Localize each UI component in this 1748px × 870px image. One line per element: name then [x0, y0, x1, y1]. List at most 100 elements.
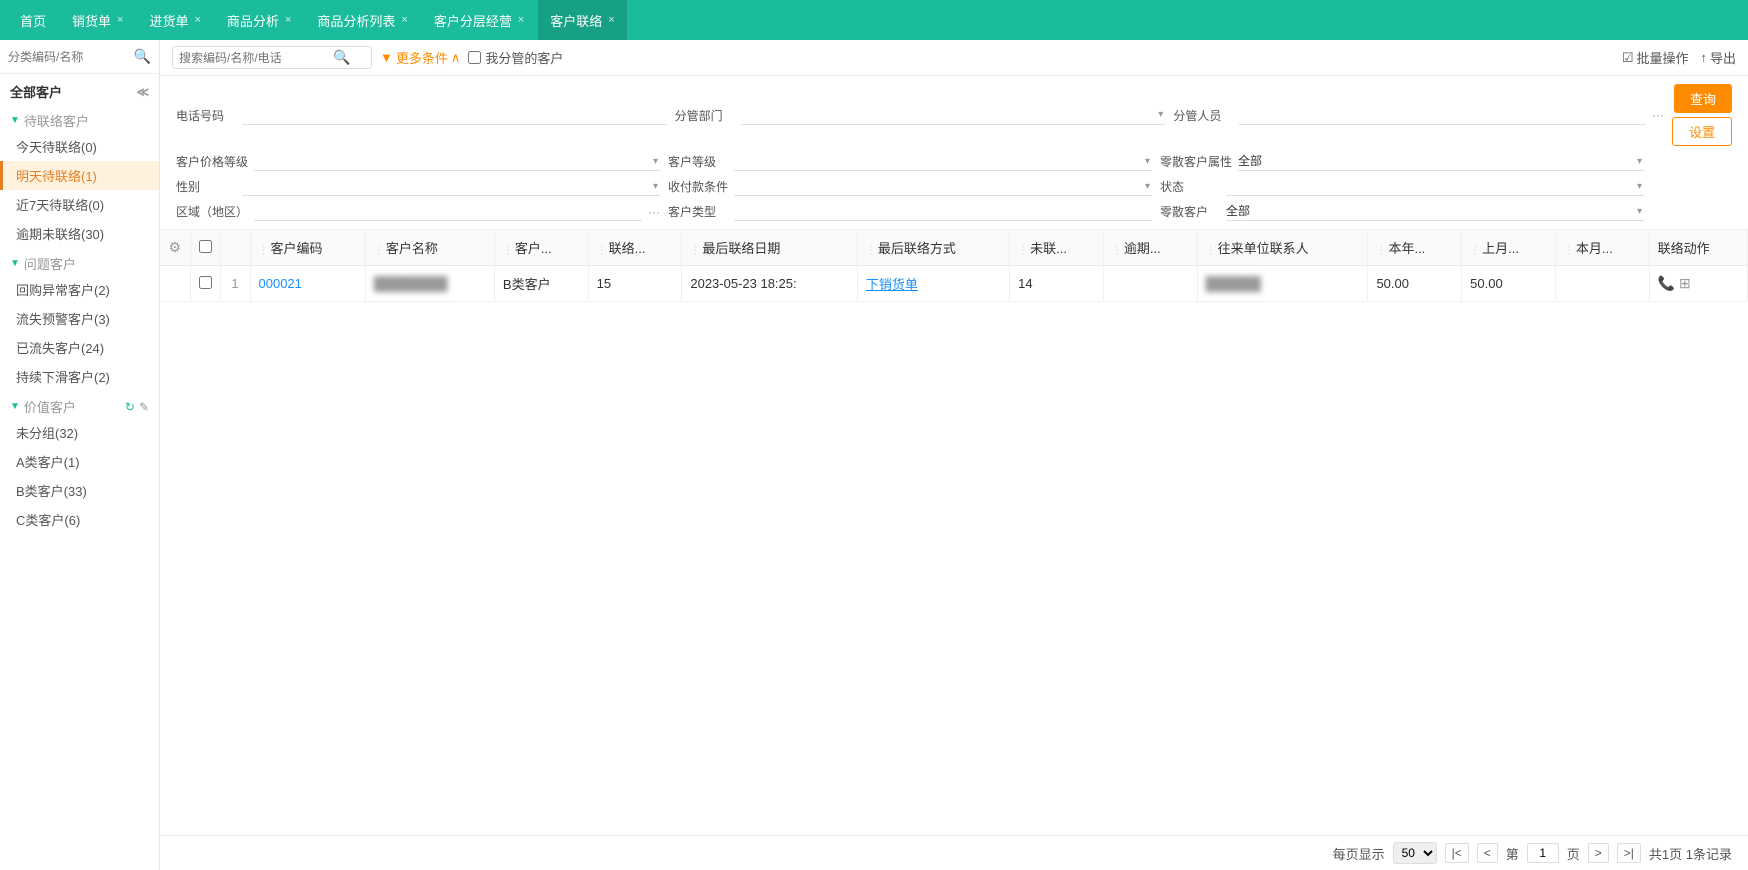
sidebar-search-icon[interactable]: 🔍 — [134, 48, 151, 65]
row-code[interactable]: 000021 — [250, 266, 365, 302]
th-type: ⋮客户... — [494, 230, 588, 266]
filter-area: 区域（地区） ··· — [176, 202, 660, 221]
first-page-btn[interactable]: |< — [1445, 843, 1469, 863]
sidebar-search-box[interactable]: 🔍 — [0, 40, 159, 74]
batch-op-btn[interactable]: ☑ 批量操作 — [1622, 48, 1689, 67]
sidebar-search-input[interactable] — [8, 50, 130, 64]
search-input[interactable] — [179, 51, 329, 65]
sidebar-item-class-c[interactable]: C类客户(6) — [0, 505, 159, 534]
nav-close-purchase-order[interactable]: × — [194, 14, 200, 26]
filter-retail-customer-wrap[interactable]: 全部 ▾ — [1226, 202, 1644, 221]
nav-close-product-analysis[interactable]: × — [285, 14, 291, 26]
filter-customer-type-input[interactable] — [734, 202, 1152, 221]
filter-person: 分管人员 ··· — [1173, 106, 1664, 125]
sidebar-item-ungrouped[interactable]: 未分组(32) — [0, 418, 159, 447]
sidebar-item-churned[interactable]: 已流失客户(24) — [0, 333, 159, 362]
filter-payment: 收付款条件 ▾ — [668, 177, 1152, 196]
th-uncontact: ⋮未联... — [1010, 230, 1104, 266]
filter-level-select-wrap[interactable]: ▾ — [734, 152, 1152, 171]
toolbar-right: ☑ 批量操作 ↑ 导出 — [1622, 48, 1736, 67]
filter-gender-wrap[interactable]: ▾ — [242, 177, 660, 196]
table-gear-icon[interactable]: ⚙ — [168, 239, 181, 255]
sidebar-item-7day-pending[interactable]: 近7天待联络(0) — [0, 190, 159, 219]
filter-area-input[interactable] — [254, 202, 642, 221]
filter-person-dots[interactable]: ··· — [1652, 108, 1664, 122]
nav-sales-order[interactable]: 销货单 × — [60, 0, 135, 40]
sidebar-value-edit-icon[interactable]: ✎ — [139, 400, 149, 414]
nav-close-customer-contact[interactable]: × — [608, 14, 614, 26]
th-num — [220, 230, 250, 266]
page-input[interactable] — [1527, 843, 1559, 863]
row-gear-cell — [160, 266, 190, 302]
filter-person-input[interactable] — [1239, 106, 1646, 125]
filter-retail-customer-select[interactable]: 全部 — [1226, 202, 1644, 220]
filter-customer-price: 客户价格等级 ▾ — [176, 152, 660, 171]
last-page-btn[interactable]: >| — [1617, 843, 1641, 863]
nav-close-product-analysis-list[interactable]: × — [401, 14, 407, 26]
filter-level-select[interactable] — [734, 152, 1152, 170]
query-btn[interactable]: 查询 — [1674, 84, 1732, 113]
filter-price-select[interactable] — [254, 152, 660, 170]
export-icon: ↑ — [1700, 50, 1707, 65]
row-action-phone-icon[interactable]: 📞 — [1658, 275, 1675, 292]
filter-row-1: 电话号码 分管部门 ▾ 分管人员 ··· 查询 设置 — [176, 84, 1732, 146]
nav-product-analysis-list[interactable]: 商品分析列表 × — [305, 0, 419, 40]
more-filter-btn[interactable]: ▼ 更多条件 ∧ — [380, 48, 460, 67]
row-contact: 15 — [588, 266, 682, 302]
filter-gender-select[interactable] — [242, 177, 660, 195]
sidebar-item-churn-warning[interactable]: 流失预警客户(3) — [0, 304, 159, 333]
sidebar-item-class-b[interactable]: B类客户(33) — [0, 476, 159, 505]
filter-dept-select[interactable] — [741, 106, 1166, 124]
filter-payment-wrap[interactable]: ▾ — [734, 177, 1152, 196]
sidebar-problem-tri: ▼ — [10, 258, 20, 269]
export-btn[interactable]: ↑ 导出 — [1700, 48, 1736, 67]
th-this-month: ⋮本月... — [1555, 230, 1649, 266]
filter-status-wrap[interactable]: ▾ — [1226, 177, 1644, 196]
sidebar-item-declining[interactable]: 持续下滑客户(2) — [0, 362, 159, 391]
row-uncontact: 14 — [1010, 266, 1104, 302]
sidebar-item-class-a[interactable]: A类客户(1) — [0, 447, 159, 476]
filter-price-select-wrap[interactable]: ▾ — [254, 152, 660, 171]
next-page-btn[interactable]: > — [1588, 843, 1609, 863]
th-last-month: ⋮上月... — [1462, 230, 1556, 266]
nav-purchase-order[interactable]: 进货单 × — [137, 0, 212, 40]
top-nav: 首页 销货单 × 进货单 × 商品分析 × 商品分析列表 × 客户分层经营 × … — [0, 0, 1748, 40]
sidebar-item-repurchase-abnormal[interactable]: 回购异常客户(2) — [0, 275, 159, 304]
filter-area-dots[interactable]: ··· — [648, 205, 660, 219]
sidebar-pending-tri: ▼ — [10, 115, 20, 126]
table-select-all[interactable] — [199, 240, 212, 253]
row-last-method[interactable]: 下销货单 — [857, 266, 1009, 302]
per-page-select[interactable]: 50 — [1393, 842, 1437, 864]
filter-retail-attr-wrap[interactable]: 全部 ▾ — [1238, 152, 1644, 171]
filter-dept-select-wrap[interactable]: ▾ — [741, 106, 1166, 125]
row-checkbox[interactable] — [199, 276, 212, 289]
nav-close-customer-layered[interactable]: × — [518, 14, 524, 26]
sidebar-item-overdue-pending[interactable]: 逾期未联络(30) — [0, 219, 159, 248]
filter-payment-select[interactable] — [734, 177, 1152, 195]
nav-close-sales-order[interactable]: × — [117, 14, 123, 26]
sidebar-value-group: ▼ 价值客户 ↻ ✎ — [0, 391, 159, 418]
my-customers-checkbox[interactable] — [468, 51, 481, 64]
nav-customer-contact[interactable]: 客户联络 × — [538, 0, 626, 40]
prev-page-btn[interactable]: < — [1477, 843, 1498, 863]
sidebar-item-tomorrow-pending[interactable]: 明天待联络(1) — [0, 161, 159, 190]
filter-phone-input[interactable] — [242, 106, 667, 125]
nav-customer-layered[interactable]: 客户分层经营 × — [422, 0, 536, 40]
nav-product-analysis[interactable]: 商品分析 × — [215, 0, 303, 40]
nav-home[interactable]: 首页 — [8, 0, 58, 40]
search-icon[interactable]: 🔍 — [333, 49, 350, 66]
search-box[interactable]: 🔍 — [172, 46, 372, 69]
sidebar: 🔍 全部客户 ≪ ▼ 待联络客户 今天待联络(0) 明天待联络(1) 近7天待联… — [0, 40, 160, 870]
sidebar-collapse-btn[interactable]: ≪ — [136, 85, 149, 99]
footer: 每页显示 50 |< < 第 页 > >| 共1页 1条记录 — [160, 835, 1748, 870]
settings-btn[interactable]: 设置 — [1672, 117, 1732, 146]
sidebar-item-today-pending[interactable]: 今天待联络(0) — [0, 132, 159, 161]
batch-checkbox-icon: ☑ — [1622, 50, 1634, 66]
row-checkbox-cell[interactable] — [190, 266, 220, 302]
filter-retail-attr-select[interactable]: 全部 — [1238, 152, 1644, 170]
filter-status-select[interactable] — [1226, 177, 1644, 195]
my-customers-toggle[interactable]: 我分管的客户 — [468, 48, 563, 67]
sidebar-value-refresh-icon[interactable]: ↻ — [125, 400, 135, 414]
row-action-more-icon[interactable]: ⊞ — [1679, 275, 1691, 292]
table-area: ⚙ ⋮客户编码 ⋮客户名称 ⋮客户... ⋮联络... ⋮最后联络日期 ⋮最后联… — [160, 230, 1748, 835]
